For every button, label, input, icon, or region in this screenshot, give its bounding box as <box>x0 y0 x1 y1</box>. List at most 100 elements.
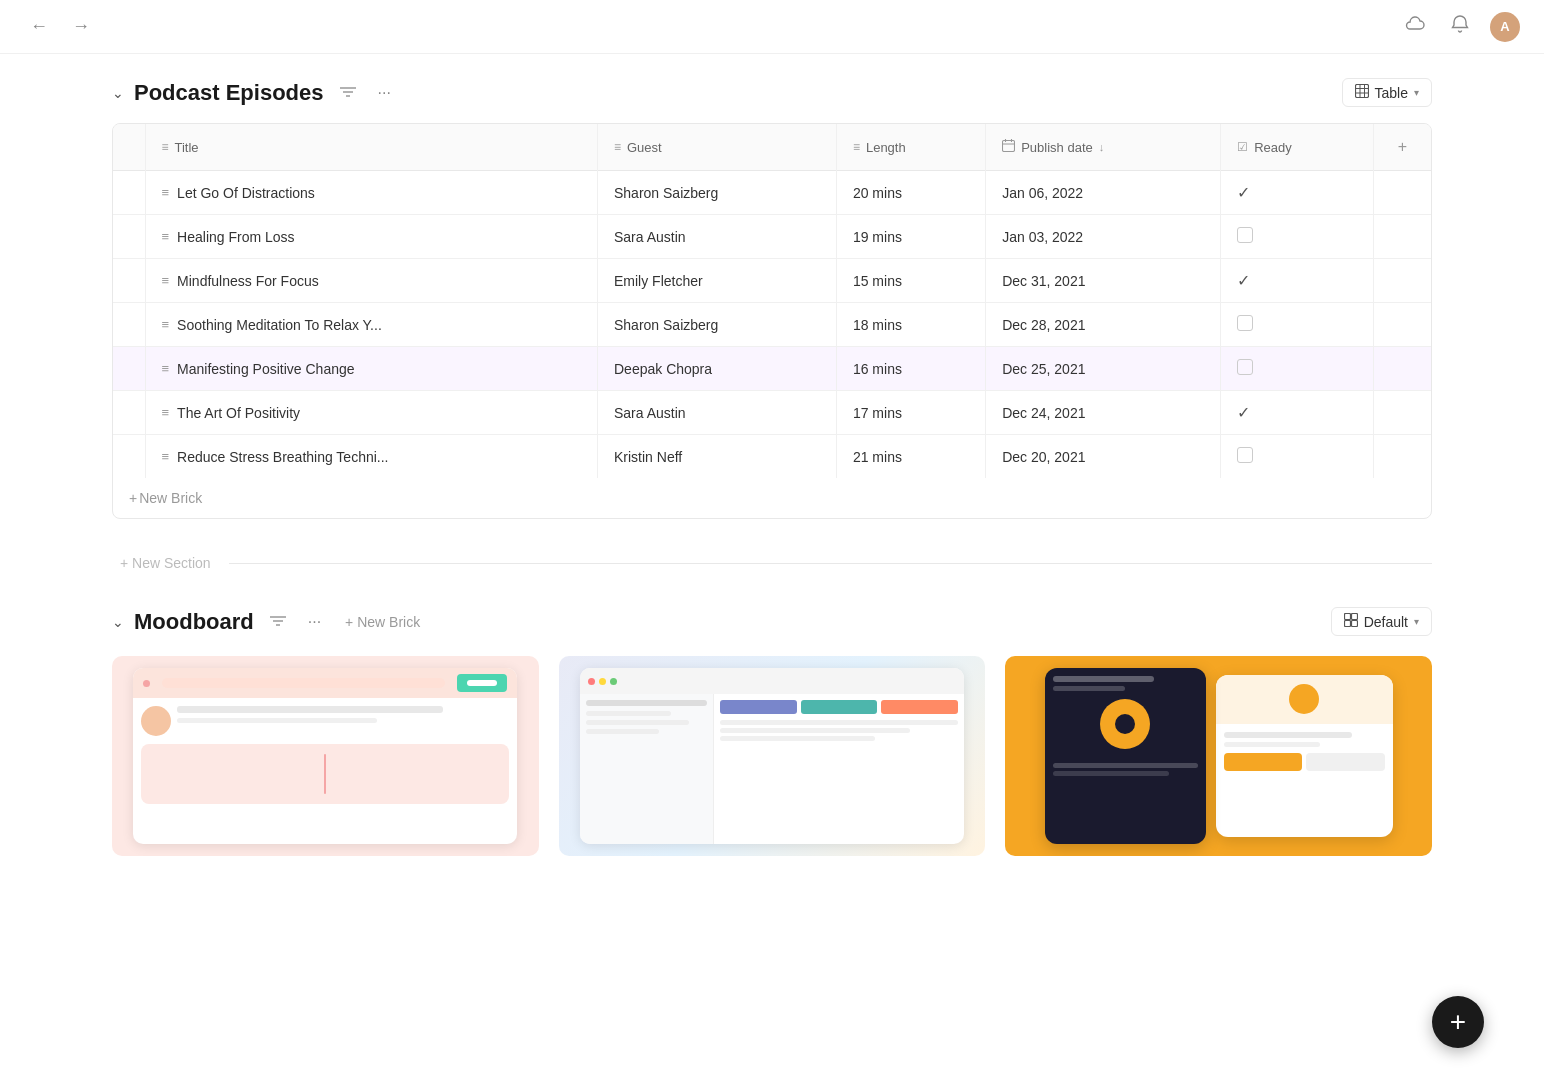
add-column-button[interactable]: + <box>1390 134 1415 160</box>
new-section-button[interactable]: + New Section <box>112 551 219 575</box>
table-header-row: ≡ Title ≡ Guest ≡ Length <box>113 124 1431 171</box>
th-title: ≡ Title <box>145 124 597 171</box>
add-row-icon: + <box>129 490 137 506</box>
table-view-toggle[interactable]: Table ▾ <box>1342 78 1432 107</box>
length-cell: 17 mins <box>836 391 985 435</box>
ready-cell[interactable] <box>1221 435 1373 479</box>
length-cell: 21 mins <box>836 435 985 479</box>
length-cell: 16 mins <box>836 347 985 391</box>
more-button[interactable]: ··· <box>372 80 397 106</box>
table-row: ⠿ ≡ The Art Of Positivity Sara Austin 17… <box>113 391 1431 435</box>
moodboard-new-brick-button[interactable]: + New Brick <box>337 610 428 634</box>
publish-date-cell: Dec 24, 2021 <box>986 391 1221 435</box>
top-bar: ← → A <box>0 0 1544 54</box>
row-drag-icon: ≡ <box>162 273 170 288</box>
title-cell[interactable]: ≡ Healing From Loss ⤢ ··· <box>145 215 597 259</box>
cloud-button[interactable] <box>1400 12 1430 41</box>
moodboard-more-button[interactable]: ··· <box>302 609 327 635</box>
title-cell[interactable]: ≡ The Art Of Positivity <box>145 391 597 435</box>
drag-handle-cell: ⠿ <box>113 171 145 215</box>
table-row: ⠿ ≡ Manifesting Positive Change Deepak C… <box>113 347 1431 391</box>
publish-date-cell: Dec 28, 2021 <box>986 303 1221 347</box>
table-row: ⠿ ≡ Soothing Meditation To Relax Y... Sh… <box>113 303 1431 347</box>
publish-date-cell: Dec 20, 2021 <box>986 435 1221 479</box>
podcast-table: ≡ Title ≡ Guest ≡ Length <box>112 123 1432 519</box>
default-view-label: Default <box>1364 614 1408 630</box>
row-title: Manifesting Positive Change <box>177 361 354 377</box>
th-guest: ≡ Guest <box>597 124 836 171</box>
float-add-button[interactable]: + <box>1432 996 1484 1048</box>
top-bar-actions: A <box>1400 10 1520 43</box>
drag-col <box>113 124 145 171</box>
checkbox-cursor[interactable] <box>1237 227 1253 243</box>
drag-handle-cell: ⠿ <box>113 391 145 435</box>
title-cell[interactable]: ≡ Reduce Stress Breathing Techni... <box>145 435 597 479</box>
avatar[interactable]: A <box>1490 12 1520 42</box>
extra-cell <box>1373 435 1431 479</box>
chevron-down-icon: ▾ <box>1414 87 1419 98</box>
row-drag-icon: ≡ <box>162 361 170 376</box>
checkbox-empty[interactable] <box>1237 315 1253 331</box>
publish-date-cell: Jan 06, 2022 <box>986 171 1221 215</box>
moodboard-card-2[interactable] <box>559 656 986 856</box>
ready-cell[interactable]: ✓ <box>1221 259 1373 303</box>
guest-cell: Emily Fletcher <box>597 259 836 303</box>
back-button[interactable]: ← <box>24 12 54 41</box>
guest-cell: Deepak Chopra <box>597 347 836 391</box>
svg-rect-18 <box>1351 621 1357 627</box>
title-cell[interactable]: ≡ Let Go Of Distractions <box>145 171 597 215</box>
moodboard-collapse-icon[interactable]: ⌄ <box>112 614 124 630</box>
podcast-section-header: ⌄ Podcast Episodes ··· <box>112 78 1432 107</box>
collapse-icon[interactable]: ⌄ <box>112 85 124 101</box>
title-cell[interactable]: ≡ Manifesting Positive Change <box>145 347 597 391</box>
guest-col-icon: ≡ <box>614 140 621 154</box>
moodboard-view-toggle[interactable]: Default ▾ <box>1331 607 1432 636</box>
filter-button[interactable] <box>334 80 362 106</box>
forward-button[interactable]: → <box>66 12 96 41</box>
th-add-col[interactable]: + <box>1373 124 1431 171</box>
default-chevron-icon: ▾ <box>1414 616 1419 627</box>
check-icon: ✓ <box>1237 272 1250 289</box>
extra-cell <box>1373 391 1431 435</box>
table-row: ⠿ ≡ Healing From Loss ⤢ ··· Sara Austin … <box>113 215 1431 259</box>
th-length: ≡ Length <box>836 124 985 171</box>
guest-cell: Kristin Neff <box>597 435 836 479</box>
main-content: ⌄ Podcast Episodes ··· <box>72 54 1472 856</box>
checkbox-empty[interactable] <box>1237 359 1253 375</box>
moodboard-filter-button[interactable] <box>264 609 292 635</box>
ready-cell[interactable] <box>1221 347 1373 391</box>
ready-cell[interactable] <box>1221 303 1373 347</box>
ready-cell[interactable]: ✓ <box>1221 391 1373 435</box>
table-row: ⠿ ≡ Mindfulness For Focus Emily Fletcher… <box>113 259 1431 303</box>
svg-rect-17 <box>1344 621 1350 627</box>
moodboard-left: ⌄ Moodboard ··· + New Brick <box>112 609 428 635</box>
row-drag-icon: ≡ <box>162 405 170 420</box>
ready-col-icon: ☑ <box>1237 140 1248 154</box>
drag-handle-cell: ⠿ <box>113 347 145 391</box>
moodboard-card-3[interactable] <box>1005 656 1432 856</box>
extra-cell <box>1373 259 1431 303</box>
table-icon <box>1355 84 1369 101</box>
section-title-area: ⌄ Podcast Episodes ··· <box>112 80 397 106</box>
ready-cell[interactable]: ✓ <box>1221 171 1373 215</box>
card-1-content <box>112 656 539 856</box>
checkbox-empty[interactable] <box>1237 447 1253 463</box>
extra-cell <box>1373 303 1431 347</box>
guest-cell: Sara Austin <box>597 215 836 259</box>
extra-cell <box>1373 347 1431 391</box>
moodboard-header: ⌄ Moodboard ··· + New Brick <box>112 607 1432 636</box>
moodboard-cards <box>112 656 1432 856</box>
new-brick-button[interactable]: + New Brick <box>113 478 1431 518</box>
length-cell: 15 mins <box>836 259 985 303</box>
bell-icon <box>1450 18 1470 38</box>
card-3-content <box>1005 656 1432 856</box>
ready-cell[interactable] <box>1221 215 1373 259</box>
title-cell[interactable]: ≡ Soothing Meditation To Relax Y... <box>145 303 597 347</box>
moodboard-card-1[interactable] <box>112 656 539 856</box>
forward-icon: → <box>72 16 90 36</box>
title-cell[interactable]: ≡ Mindfulness For Focus <box>145 259 597 303</box>
moodboard-title: Moodboard <box>134 609 254 635</box>
view-label: Table <box>1375 85 1408 101</box>
bell-button[interactable] <box>1446 10 1474 43</box>
new-section-area: + New Section <box>112 551 1432 575</box>
